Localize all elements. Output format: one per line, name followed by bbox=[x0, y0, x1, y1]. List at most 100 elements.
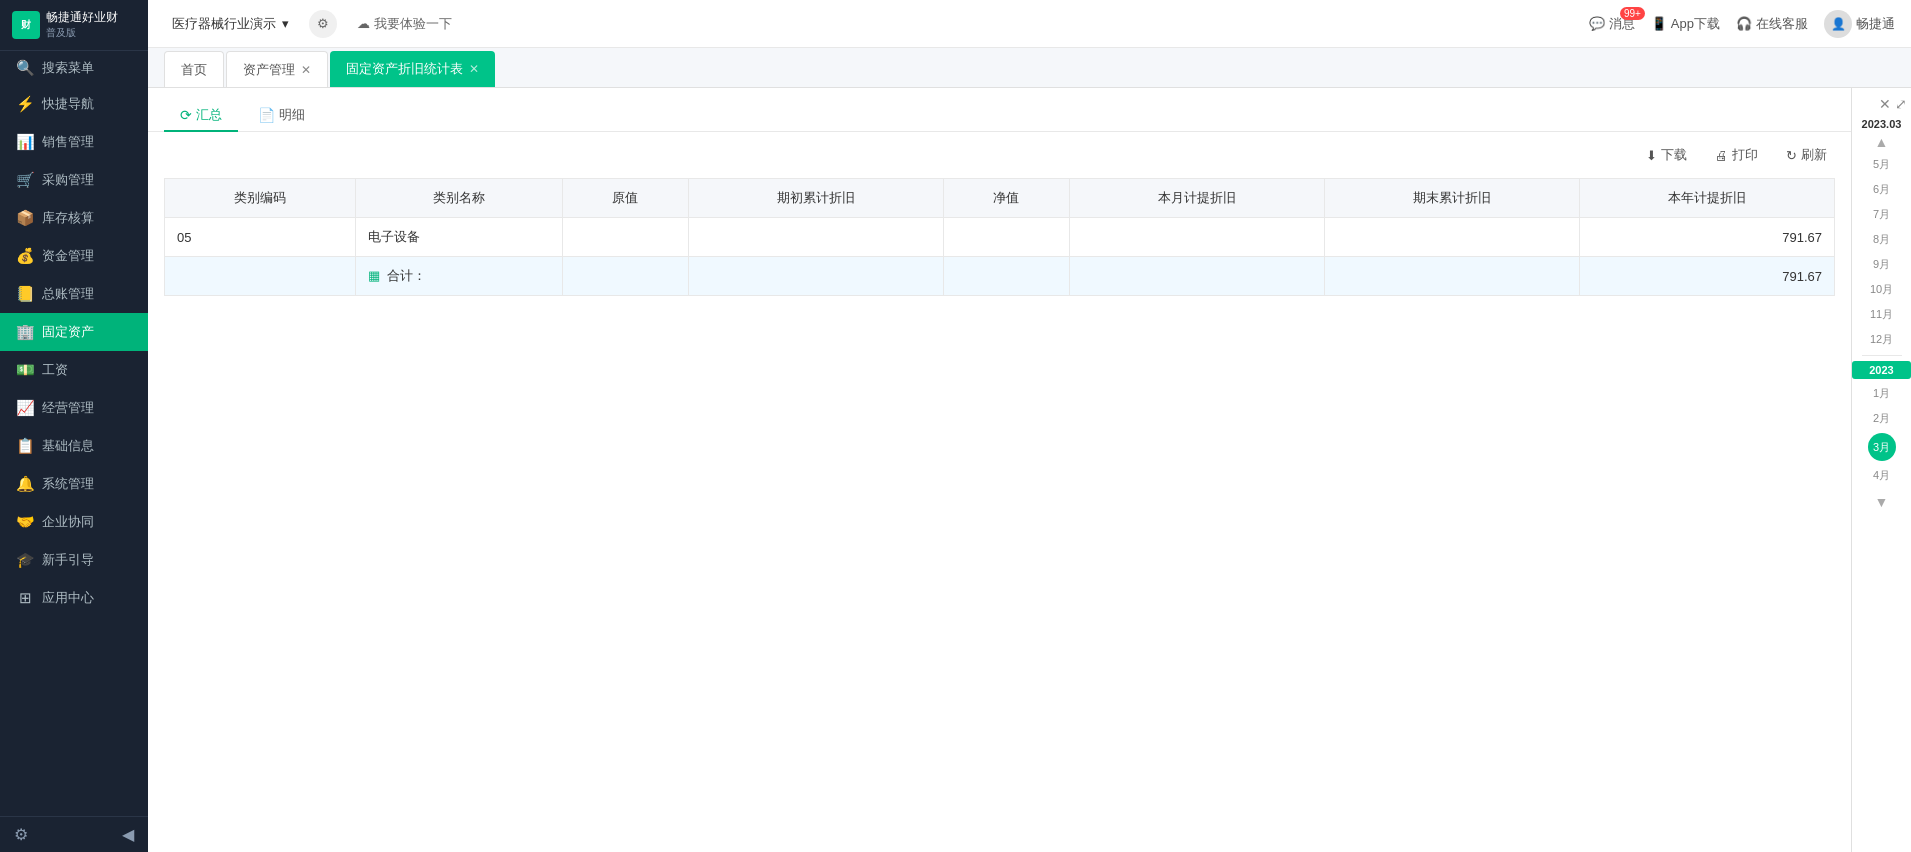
col-code: 类别编码 bbox=[165, 179, 356, 218]
user-label: 畅捷通 bbox=[1856, 15, 1895, 33]
user-icon: 👤 bbox=[1831, 17, 1846, 31]
subtotal-period-dep bbox=[688, 257, 943, 296]
sub-tab-summary[interactable]: ⟳ 汇总 bbox=[164, 100, 238, 132]
sidebar-item-system[interactable]: 🔔 系统管理 bbox=[0, 465, 148, 503]
message-action[interactable]: 💬 消息 99+ bbox=[1589, 15, 1635, 33]
month-2[interactable]: 2月 bbox=[1852, 408, 1911, 429]
inventory-icon: 📦 bbox=[16, 209, 34, 227]
month-4[interactable]: 4月 bbox=[1852, 465, 1911, 486]
phone-icon: 📱 bbox=[1651, 16, 1667, 31]
table-wrap: 类别编码 类别名称 原值 期初累计折旧 净值 本月计提折旧 期末累计折旧 本年计… bbox=[148, 178, 1851, 852]
sidebar-item-label: 总账管理 bbox=[42, 285, 94, 303]
month-1[interactable]: 1月 bbox=[1852, 383, 1911, 404]
subtotal-net bbox=[943, 257, 1069, 296]
year-2023[interactable]: 2023 bbox=[1852, 361, 1911, 379]
main-area: 医疗器械行业演示 ▾ ⚙ ☁ 我要体验一下 💬 消息 99+ 📱 App下载 🎧… bbox=[148, 0, 1911, 852]
headset-icon: 🎧 bbox=[1736, 16, 1752, 31]
tab-home-label: 首页 bbox=[181, 61, 207, 79]
table-row[interactable]: 05 电子设备 791.67 bbox=[165, 218, 1835, 257]
sub-tab-detail[interactable]: 📄 明细 bbox=[242, 100, 321, 132]
refresh-button[interactable]: ↻ 刷新 bbox=[1778, 142, 1835, 168]
row-annual-dep: 791.67 bbox=[1579, 218, 1834, 257]
month-11[interactable]: 11月 bbox=[1852, 304, 1911, 325]
appdownload-action[interactable]: 📱 App下载 bbox=[1651, 15, 1720, 33]
support-action[interactable]: 🎧 在线客服 bbox=[1736, 15, 1808, 33]
sidebar-item-ledger[interactable]: 📒 总账管理 bbox=[0, 275, 148, 313]
sidebar-item-label: 经营管理 bbox=[42, 399, 94, 417]
col-monthly-dep: 本月计提折旧 bbox=[1070, 179, 1325, 218]
sidebar-item-label: 销售管理 bbox=[42, 133, 94, 151]
month-8[interactable]: 8月 bbox=[1852, 229, 1911, 250]
month-5[interactable]: 5月 bbox=[1852, 154, 1911, 175]
collapse-icon[interactable]: ◀ bbox=[122, 825, 134, 844]
page-content: ⟳ 汇总 📄 明细 ⬇ 下载 🖨 打印 bbox=[148, 88, 1851, 852]
sidebar-item-label: 系统管理 bbox=[42, 475, 94, 493]
sidebar-item-label: 新手引导 bbox=[42, 551, 94, 569]
sidebar-item-ops[interactable]: 📈 经营管理 bbox=[0, 389, 148, 427]
tab-depreciation-close[interactable]: ✕ bbox=[469, 62, 479, 76]
tab-home[interactable]: 首页 bbox=[164, 51, 224, 87]
sidebar-item-purchase[interactable]: 🛒 采购管理 bbox=[0, 161, 148, 199]
content-area: ⟳ 汇总 📄 明细 ⬇ 下载 🖨 打印 bbox=[148, 88, 1911, 852]
year-month-label: 2023.03 bbox=[1858, 116, 1906, 132]
sales-icon: 📊 bbox=[16, 133, 34, 151]
sidebar-item-salary[interactable]: 💵 工资 bbox=[0, 351, 148, 389]
month-12[interactable]: 12月 bbox=[1852, 329, 1911, 350]
tab-assets-close[interactable]: ✕ bbox=[301, 63, 311, 77]
logo-sub: 普及版 bbox=[46, 26, 118, 40]
tab-depreciation[interactable]: 固定资产折旧统计表 ✕ bbox=[330, 51, 495, 87]
ops-icon: 📈 bbox=[16, 399, 34, 417]
sidebar-item-fixed[interactable]: 🏢 固定资产 bbox=[0, 313, 148, 351]
download-button[interactable]: ⬇ 下载 bbox=[1638, 142, 1695, 168]
sidebar-scroll: 🔍 搜索菜单 ⚡ 快捷导航 📊 销售管理 🛒 采购管理 📦 库存核算 💰 资金管… bbox=[0, 51, 148, 816]
logo-text: 畅捷通好业财 bbox=[46, 10, 118, 26]
sidebar-item-funds[interactable]: 💰 资金管理 bbox=[0, 237, 148, 275]
sidebar-item-label: 采购管理 bbox=[42, 171, 94, 189]
company-name: 医疗器械行业演示 bbox=[172, 15, 276, 33]
collab-icon: 🤝 bbox=[16, 513, 34, 531]
download-icon: ⬇ bbox=[1646, 148, 1657, 163]
sidebar-item-basic[interactable]: 📋 基础信息 bbox=[0, 427, 148, 465]
avatar: 👤 bbox=[1824, 10, 1852, 38]
appcenter-icon: ⊞ bbox=[16, 589, 34, 607]
sidebar-item-quicknav[interactable]: ⚡ 快捷导航 bbox=[0, 85, 148, 123]
month-10[interactable]: 10月 bbox=[1852, 279, 1911, 300]
sidebar-item-guide[interactable]: 🎓 新手引导 bbox=[0, 541, 148, 579]
panel-close-icon[interactable]: ✕ bbox=[1879, 96, 1891, 112]
sidebar-item-search[interactable]: 🔍 搜索菜单 bbox=[0, 51, 148, 85]
experience-button[interactable]: ☁ 我要体验一下 bbox=[349, 11, 460, 37]
month-7[interactable]: 7月 bbox=[1852, 204, 1911, 225]
row-period-dep bbox=[688, 218, 943, 257]
top-header: 医疗器械行业演示 ▾ ⚙ ☁ 我要体验一下 💬 消息 99+ 📱 App下载 🎧… bbox=[148, 0, 1911, 48]
col-original: 原值 bbox=[562, 179, 688, 218]
print-button[interactable]: 🖨 打印 bbox=[1707, 142, 1766, 168]
gear-button[interactable]: ⚙ bbox=[309, 10, 337, 38]
company-selector[interactable]: 医疗器械行业演示 ▾ bbox=[164, 11, 297, 37]
subtotal-label: ▦ 合计： bbox=[355, 257, 562, 296]
month-9[interactable]: 9月 bbox=[1852, 254, 1911, 275]
row-name: 电子设备 bbox=[355, 218, 562, 257]
sidebar-item-label: 基础信息 bbox=[42, 437, 94, 455]
fixed-icon: 🏢 bbox=[16, 323, 34, 341]
month-3-active[interactable]: 3月 bbox=[1868, 433, 1896, 461]
content-main: ⟳ 汇总 📄 明细 ⬇ 下载 🖨 打印 bbox=[148, 88, 1851, 852]
row-monthly-dep bbox=[1070, 218, 1325, 257]
month-6[interactable]: 6月 bbox=[1852, 179, 1911, 200]
sidebar-item-appcenter[interactable]: ⊞ 应用中心 bbox=[0, 579, 148, 617]
user-action[interactable]: 👤 畅捷通 bbox=[1824, 10, 1895, 38]
appdownload-label: App下载 bbox=[1671, 15, 1720, 33]
sidebar-item-inventory[interactable]: 📦 库存核算 bbox=[0, 199, 148, 237]
sidebar-item-label: 搜索菜单 bbox=[42, 59, 94, 77]
settings-icon[interactable]: ⚙ bbox=[14, 825, 28, 844]
sidebar-item-label: 企业协同 bbox=[42, 513, 94, 531]
print-icon: 🖨 bbox=[1715, 148, 1728, 163]
sidebar-item-collab[interactable]: 🤝 企业协同 bbox=[0, 503, 148, 541]
quicknav-icon: ⚡ bbox=[16, 95, 34, 113]
experience-label: 我要体验一下 bbox=[374, 15, 452, 33]
tab-assets[interactable]: 资产管理 ✕ bbox=[226, 51, 328, 87]
date-up-button[interactable]: ▲ bbox=[1852, 132, 1911, 152]
date-down-button[interactable]: ▼ bbox=[1852, 492, 1911, 512]
panel-expand-icon[interactable]: ⤢ bbox=[1895, 96, 1907, 112]
sidebar-item-label: 固定资产 bbox=[42, 323, 94, 341]
sidebar-item-sales[interactable]: 📊 销售管理 bbox=[0, 123, 148, 161]
